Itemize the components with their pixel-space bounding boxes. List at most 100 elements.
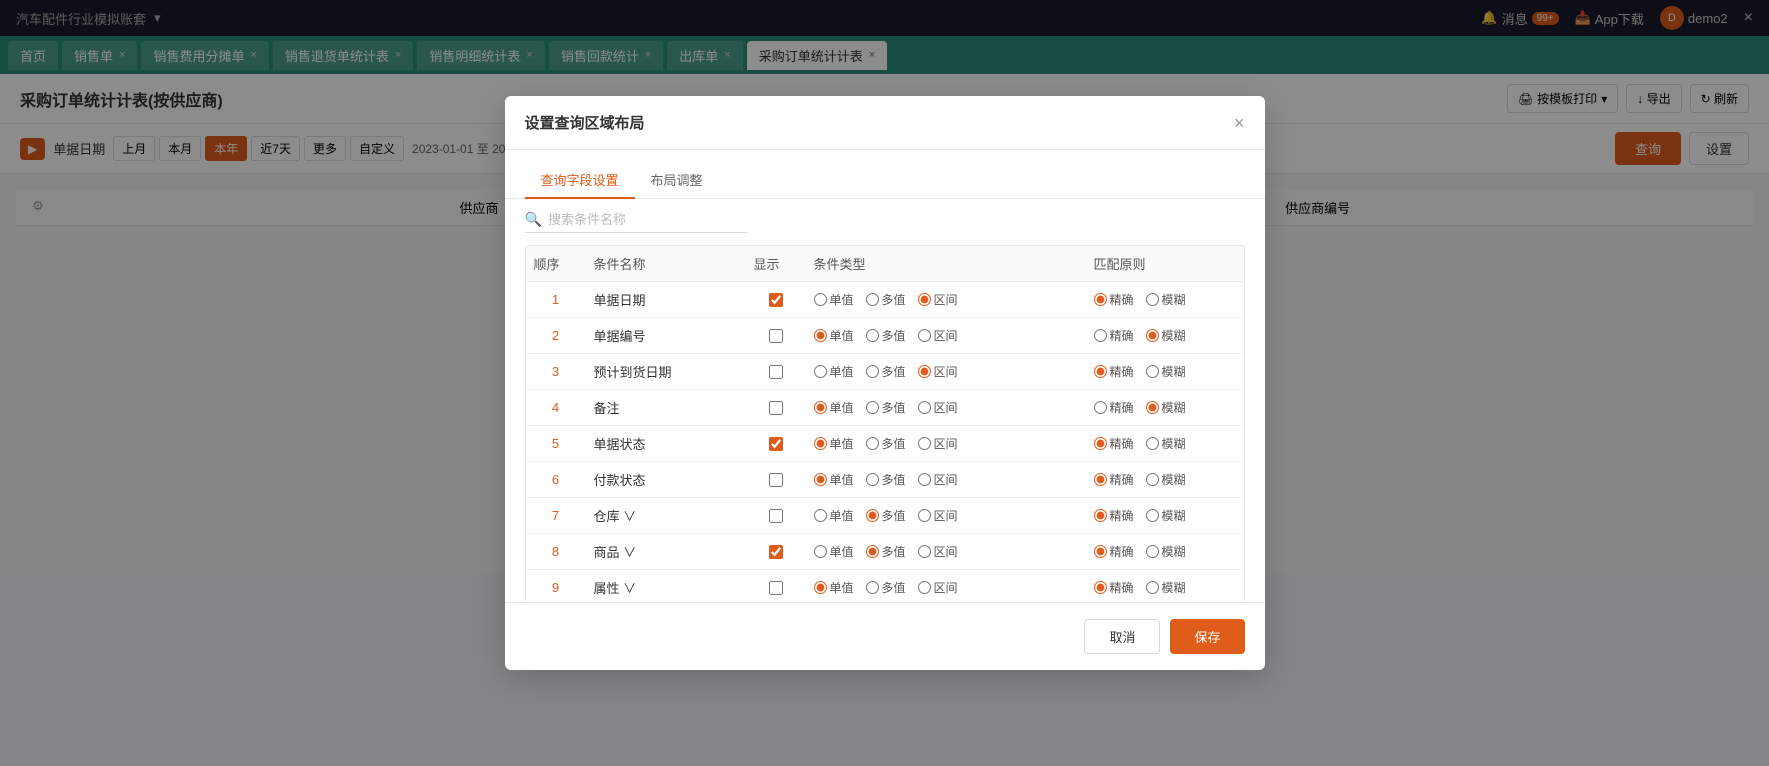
row-display-cell (746, 545, 806, 559)
dialog-header: 设置查询区域布局 × (505, 96, 1265, 150)
match-fuzzy[interactable]: 模糊 (1146, 471, 1186, 488)
match-fuzzy[interactable]: 模糊 (1146, 399, 1186, 416)
type-single[interactable]: 单值 (814, 291, 854, 308)
col-header-display: 显示 (746, 254, 806, 273)
display-checkbox[interactable] (769, 473, 783, 487)
type-multi[interactable]: 多值 (866, 507, 906, 524)
type-multi[interactable]: 多值 (866, 435, 906, 452)
type-single[interactable]: 单值 (814, 543, 854, 560)
match-fuzzy[interactable]: 模糊 (1146, 543, 1186, 560)
row-order: 5 (526, 436, 586, 451)
display-checkbox[interactable] (769, 581, 783, 595)
type-single[interactable]: 单值 (814, 507, 854, 524)
row-name: 单据日期 (586, 290, 746, 309)
match-exact[interactable]: 精确 (1094, 471, 1134, 488)
display-checkbox[interactable] (769, 329, 783, 343)
row-display-cell (746, 437, 806, 451)
type-multi[interactable]: 多值 (866, 327, 906, 344)
match-exact[interactable]: 精确 (1094, 507, 1134, 524)
search-input[interactable] (548, 212, 748, 227)
type-multi[interactable]: 多值 (866, 579, 906, 596)
match-exact[interactable]: 精确 (1094, 399, 1134, 416)
row-order: 2 (526, 328, 586, 343)
type-multi[interactable]: 多值 (866, 471, 906, 488)
row-name: 商品 ∨ (586, 542, 746, 561)
match-fuzzy[interactable]: 模糊 (1146, 507, 1186, 524)
row-type-cell: 单值 多值 区间 (806, 363, 1086, 380)
row-name: 仓库 ∨ (586, 506, 746, 525)
type-range[interactable]: 区间 (918, 579, 958, 596)
match-exact[interactable]: 精确 (1094, 291, 1134, 308)
match-fuzzy[interactable]: 模糊 (1146, 363, 1186, 380)
type-multi[interactable]: 多值 (866, 399, 906, 416)
match-exact[interactable]: 精确 (1094, 579, 1134, 596)
type-multi[interactable]: 多值 (866, 543, 906, 560)
row-type-cell: 单值 多值 区间 (806, 579, 1086, 596)
display-checkbox[interactable] (769, 437, 783, 451)
table-row: 7 仓库 ∨ 单值 多值 区间 精确 模糊 (525, 498, 1245, 534)
match-exact[interactable]: 精确 (1094, 435, 1134, 452)
cancel-btn[interactable]: 取消 (1084, 619, 1160, 654)
row-order: 1 (526, 292, 586, 307)
row-match-cell: 精确 模糊 (1086, 327, 1245, 344)
match-fuzzy[interactable]: 模糊 (1146, 435, 1186, 452)
type-single[interactable]: 单值 (814, 327, 854, 344)
row-match-cell: 精确 模糊 (1086, 579, 1245, 596)
row-order: 3 (526, 364, 586, 379)
type-range[interactable]: 区间 (918, 507, 958, 524)
table-row: 6 付款状态 单值 多值 区间 精确 模糊 (525, 462, 1245, 498)
settings-table-container: 顺序 条件名称 显示 条件类型 匹配原则 1 单据日期 单值 多值 (505, 245, 1265, 602)
search-box: 🔍 (505, 199, 1265, 245)
type-range[interactable]: 区间 (918, 363, 958, 380)
dialog-tabs: 查询字段设置 布局调整 (505, 150, 1265, 199)
table-row: 2 单据编号 单值 多值 区间 精确 模糊 (525, 318, 1245, 354)
type-range[interactable]: 区间 (918, 471, 958, 488)
dialog-footer: 取消 保存 (505, 602, 1265, 670)
settings-dialog: 设置查询区域布局 × 查询字段设置 布局调整 🔍 顺序 条件名称 (505, 96, 1265, 670)
type-single[interactable]: 单值 (814, 435, 854, 452)
tab-layout-adjust[interactable]: 布局调整 (635, 162, 719, 199)
type-range[interactable]: 区间 (918, 399, 958, 416)
display-checkbox[interactable] (769, 545, 783, 559)
row-display-cell (746, 293, 806, 307)
row-type-cell: 单值 多值 区间 (806, 327, 1086, 344)
row-match-cell: 精确 模糊 (1086, 471, 1245, 488)
col-header-match: 匹配原则 (1086, 254, 1265, 273)
type-range[interactable]: 区间 (918, 543, 958, 560)
match-fuzzy[interactable]: 模糊 (1146, 291, 1186, 308)
col-header-order: 顺序 (526, 254, 586, 273)
match-exact[interactable]: 精确 (1094, 327, 1134, 344)
row-match-cell: 精确 模糊 (1086, 507, 1245, 524)
match-exact[interactable]: 精确 (1094, 363, 1134, 380)
type-range[interactable]: 区间 (918, 291, 958, 308)
row-type-cell: 单值 多值 区间 (806, 435, 1086, 452)
match-exact[interactable]: 精确 (1094, 543, 1134, 560)
type-single[interactable]: 单值 (814, 363, 854, 380)
type-range[interactable]: 区间 (918, 327, 958, 344)
type-multi[interactable]: 多值 (866, 291, 906, 308)
display-checkbox[interactable] (769, 293, 783, 307)
dialog-title: 设置查询区域布局 (525, 112, 645, 133)
row-name: 单据状态 (586, 434, 746, 453)
save-btn[interactable]: 保存 (1170, 619, 1244, 654)
match-fuzzy[interactable]: 模糊 (1146, 579, 1186, 596)
match-fuzzy[interactable]: 模糊 (1146, 327, 1186, 344)
type-range[interactable]: 区间 (918, 435, 958, 452)
table-row: 5 单据状态 单值 多值 区间 精确 模糊 (525, 426, 1245, 462)
tab-query-fields[interactable]: 查询字段设置 (525, 162, 635, 199)
row-order: 6 (526, 472, 586, 487)
row-display-cell (746, 329, 806, 343)
type-single[interactable]: 单值 (814, 399, 854, 416)
type-single[interactable]: 单值 (814, 579, 854, 596)
row-display-cell (746, 581, 806, 595)
display-checkbox[interactable] (769, 509, 783, 523)
table-row: 1 单据日期 单值 多值 区间 精确 模糊 (525, 282, 1245, 318)
display-checkbox[interactable] (769, 365, 783, 379)
dialog-close-btn[interactable]: × (1234, 114, 1245, 132)
display-checkbox[interactable] (769, 401, 783, 415)
row-order: 9 (526, 580, 586, 595)
table-header-row: 顺序 条件名称 显示 条件类型 匹配原则 (525, 245, 1245, 282)
row-type-cell: 单值 多值 区间 (806, 507, 1086, 524)
type-multi[interactable]: 多值 (866, 363, 906, 380)
type-single[interactable]: 单值 (814, 471, 854, 488)
